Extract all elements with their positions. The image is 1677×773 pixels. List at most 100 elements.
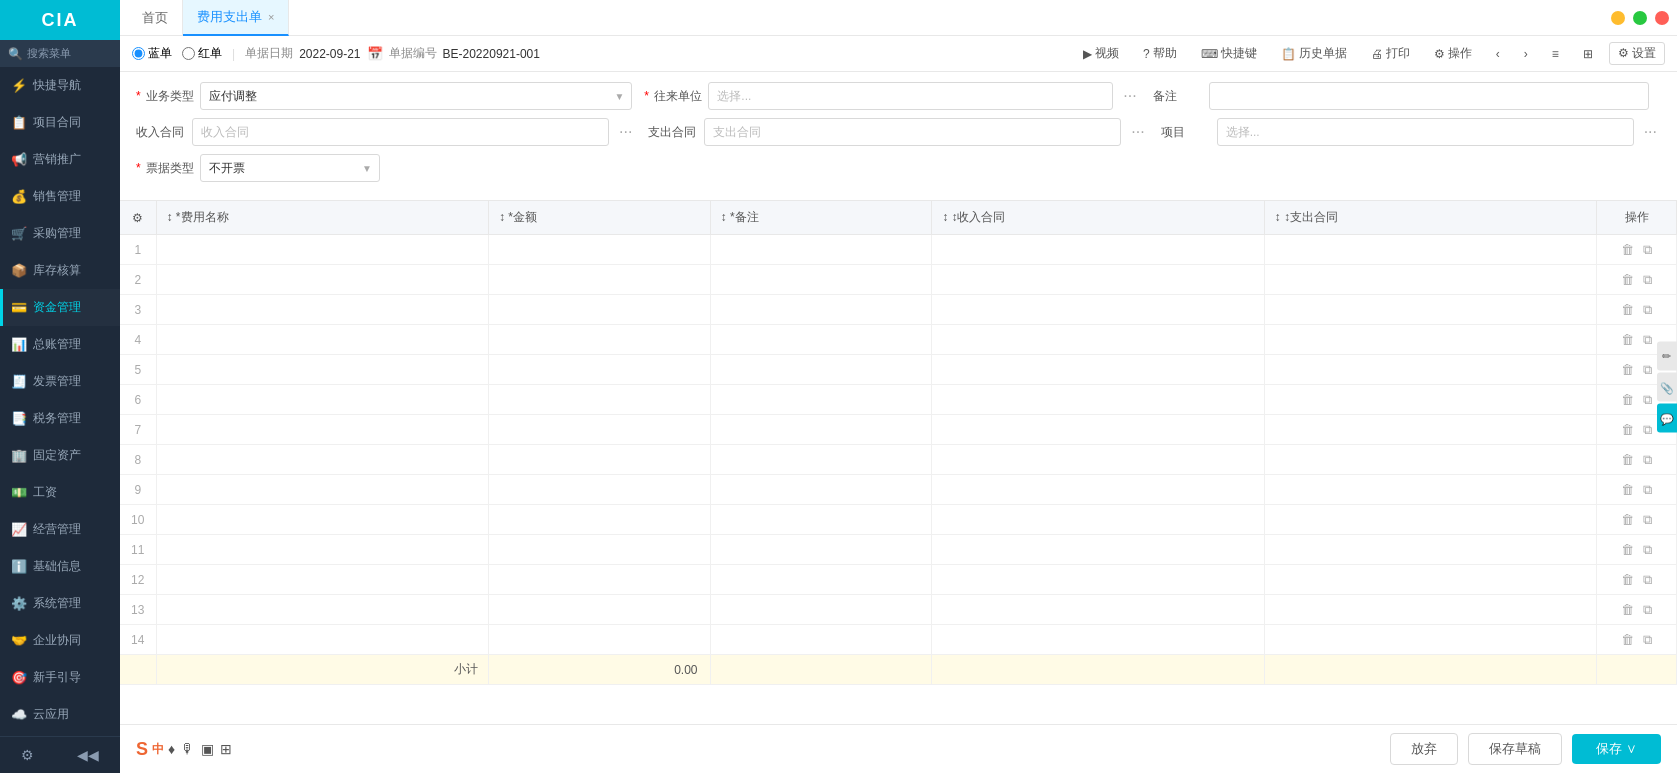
cell-expense-contract[interactable] [1264,475,1596,505]
delete-row-icon[interactable]: 🗑 [1621,422,1634,437]
sidebar-item-fixed-assets[interactable]: 🏢 固定资产 [0,437,120,474]
maximize-button[interactable] [1633,11,1647,25]
cell-amount[interactable] [488,595,710,625]
sidebar-item-project-contract[interactable]: 📋 项目合同 [0,104,120,141]
cell-income-contract[interactable] [932,535,1264,565]
delete-row-icon[interactable]: 🗑 [1621,542,1634,557]
cell-expense-name[interactable] [156,235,488,265]
income-contract-more[interactable]: ··· [615,123,636,141]
sidebar-item-system[interactable]: ⚙️ 系统管理 [0,585,120,622]
delete-row-icon[interactable]: 🗑 [1621,512,1634,527]
sort-amount[interactable]: ↕ [499,210,505,224]
cell-amount[interactable] [488,265,710,295]
cell-note[interactable] [710,535,932,565]
cell-note[interactable] [710,325,932,355]
copy-row-icon[interactable]: ⧉ [1643,572,1652,587]
cell-income-contract[interactable] [932,595,1264,625]
tab-close-expense[interactable]: × [268,11,274,23]
cell-expense-name[interactable] [156,595,488,625]
sidebar-item-payroll[interactable]: 💵 工资 [0,474,120,511]
cell-income-contract[interactable] [932,445,1264,475]
float-tab-edit[interactable]: ✏ [1657,341,1677,370]
sort-expense[interactable]: ↕ [167,210,173,224]
cell-note[interactable] [710,445,932,475]
cell-expense-name[interactable] [156,325,488,355]
cell-income-contract[interactable] [932,565,1264,595]
sidebar-item-operations[interactable]: 📈 经营管理 [0,511,120,548]
cell-income-contract[interactable] [932,235,1264,265]
cell-note[interactable] [710,595,932,625]
to-unit-input[interactable] [708,82,1113,110]
cell-expense-contract[interactable] [1264,415,1596,445]
shortcut-btn[interactable]: ⌨ 快捷键 [1193,43,1265,64]
radio-blue[interactable]: 蓝单 [132,45,172,62]
sidebar-item-base-info[interactable]: ℹ️ 基础信息 [0,548,120,585]
copy-row-icon[interactable]: ⧉ [1643,242,1652,257]
copy-row-icon[interactable]: ⧉ [1643,332,1652,347]
cell-amount[interactable] [488,475,710,505]
cell-income-contract[interactable] [932,385,1264,415]
cell-income-contract[interactable] [932,325,1264,355]
cell-income-contract[interactable] [932,415,1264,445]
cell-income-contract[interactable] [932,475,1264,505]
sidebar-item-sales[interactable]: 💰 销售管理 [0,178,120,215]
cell-income-contract[interactable] [932,265,1264,295]
copy-row-icon[interactable]: ⧉ [1643,482,1652,497]
project-input[interactable] [1217,118,1634,146]
delete-row-icon[interactable]: 🗑 [1621,632,1634,647]
copy-row-icon[interactable]: ⧉ [1643,452,1652,467]
cell-expense-contract[interactable] [1264,505,1596,535]
save-button[interactable]: 保存 ∨ [1572,734,1661,764]
sidebar-item-invoice[interactable]: 🧾 发票管理 [0,363,120,400]
copy-row-icon[interactable]: ⧉ [1643,512,1652,527]
cell-expense-contract[interactable] [1264,235,1596,265]
audio-bottom-icon[interactable]: ◀◀ [73,743,103,767]
cell-note[interactable] [710,235,932,265]
cell-expense-name[interactable] [156,565,488,595]
cell-amount[interactable] [488,565,710,595]
setting-btn[interactable]: ⚙ 设置 [1609,42,1665,65]
sidebar-item-inventory[interactable]: 📦 库存核算 [0,252,120,289]
sidebar-item-enterprise[interactable]: 🤝 企业协同 [0,622,120,659]
delete-row-icon[interactable]: 🗑 [1621,272,1634,287]
sidebar-item-quick-nav[interactable]: ⚡ 快捷导航 [0,67,120,104]
cell-note[interactable] [710,505,932,535]
delete-row-icon[interactable]: 🗑 [1621,572,1634,587]
income-contract-input[interactable] [192,118,609,146]
expense-contract-input[interactable] [704,118,1121,146]
minimize-button[interactable] [1611,11,1625,25]
settings-bottom-icon[interactable]: ⚙ [17,743,38,767]
copy-row-icon[interactable]: ⧉ [1643,542,1652,557]
cell-expense-contract[interactable] [1264,535,1596,565]
cell-expense-name[interactable] [156,415,488,445]
delete-row-icon[interactable]: 🗑 [1621,302,1634,317]
cell-amount[interactable] [488,325,710,355]
cell-amount[interactable] [488,445,710,475]
brand-icon-2[interactable]: 🎙 [181,741,195,757]
copy-row-icon[interactable]: ⧉ [1643,272,1652,287]
delete-row-icon[interactable]: 🗑 [1621,392,1634,407]
discard-button[interactable]: 放弃 [1390,733,1458,765]
cell-expense-name[interactable] [156,445,488,475]
sidebar-item-purchase[interactable]: 🛒 采购管理 [0,215,120,252]
copy-row-icon[interactable]: ⧉ [1643,422,1652,437]
cell-note[interactable] [710,265,932,295]
brand-icon-1[interactable]: ♦ [168,741,175,757]
col-settings[interactable]: ⚙ [120,201,156,235]
cell-note[interactable] [710,565,932,595]
cell-income-contract[interactable] [932,505,1264,535]
operations-btn[interactable]: ⚙ 操作 [1426,43,1480,64]
cell-expense-name[interactable] [156,475,488,505]
cell-amount[interactable] [488,355,710,385]
nav-prev-btn[interactable]: ‹ [1488,45,1508,63]
tab-expense[interactable]: 费用支出单 × [183,0,289,36]
view-grid-btn[interactable]: ⊞ [1575,45,1601,63]
cell-expense-name[interactable] [156,535,488,565]
cell-amount[interactable] [488,625,710,655]
copy-row-icon[interactable]: ⧉ [1643,632,1652,647]
cell-amount[interactable] [488,415,710,445]
cell-income-contract[interactable] [932,295,1264,325]
cell-expense-contract[interactable] [1264,385,1596,415]
cell-amount[interactable] [488,535,710,565]
expense-contract-more[interactable]: ··· [1127,123,1148,141]
